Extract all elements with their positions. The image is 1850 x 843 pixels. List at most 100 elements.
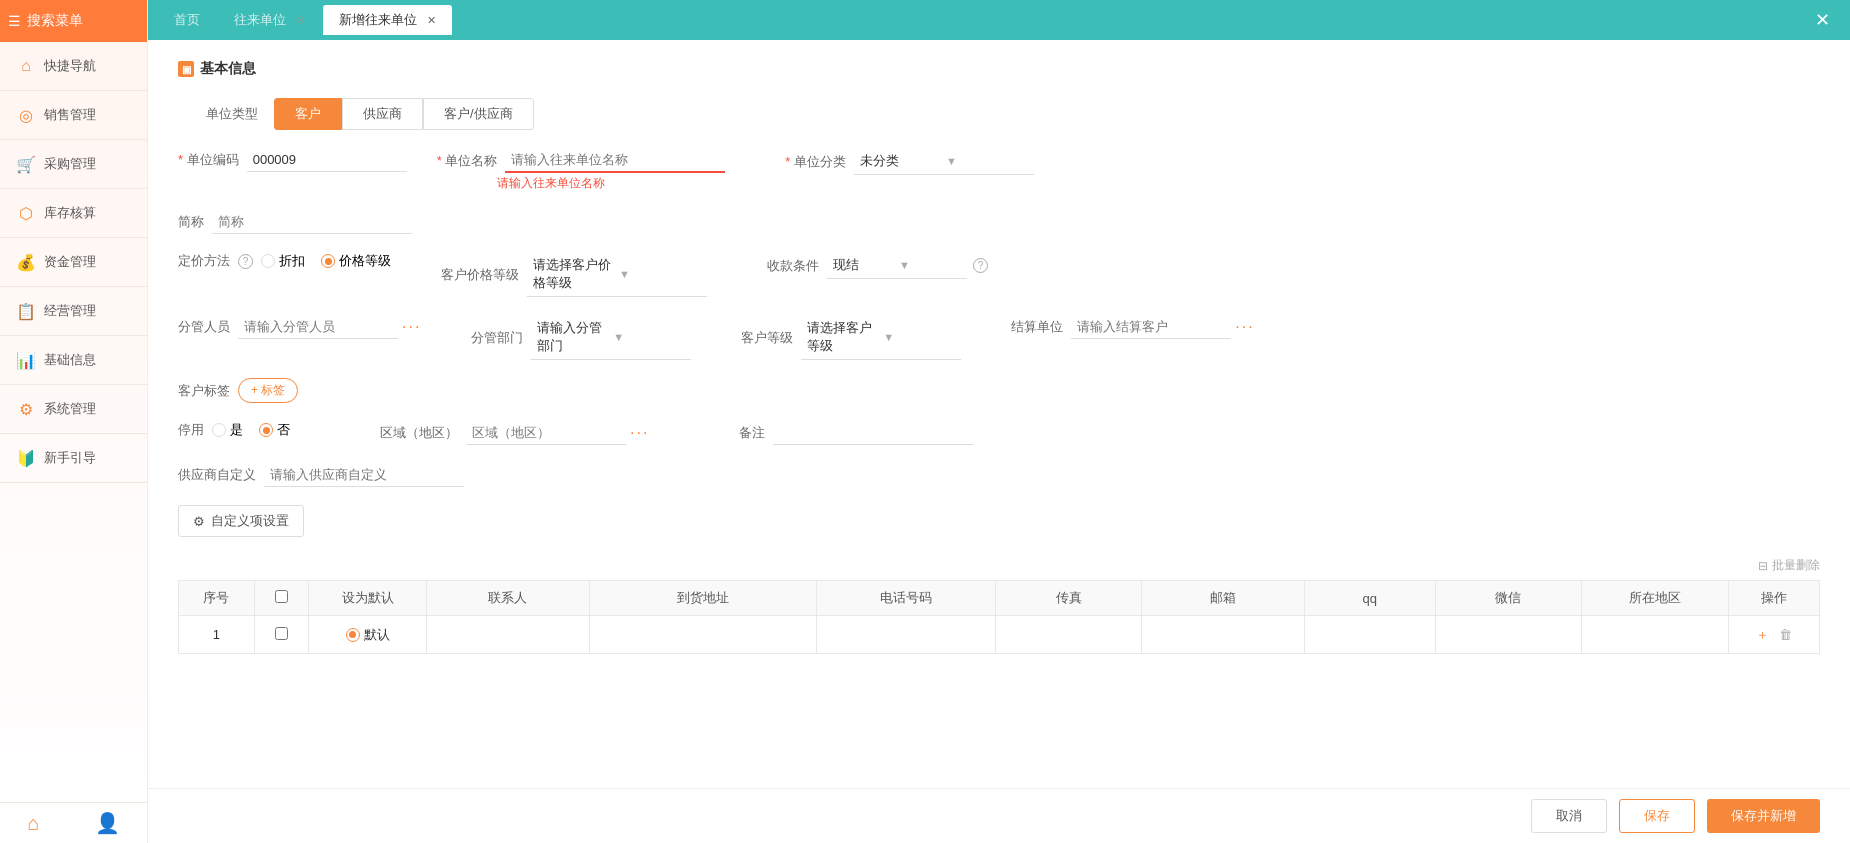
row-qq[interactable] bbox=[1305, 616, 1435, 654]
region-more[interactable]: ··· bbox=[630, 424, 649, 442]
row-area[interactable] bbox=[1582, 616, 1729, 654]
pricing-radio-group: 折扣 价格等级 bbox=[261, 252, 391, 270]
payment-terms-select[interactable]: 现结 ▼ bbox=[827, 252, 967, 279]
section-title-text: 基本信息 bbox=[200, 60, 256, 78]
form-row-7: 供应商自定义 bbox=[178, 463, 1820, 487]
supplier-custom-input[interactable] bbox=[264, 463, 464, 487]
sidebar-item-inventory[interactable]: ⬡ 库存核算 bbox=[0, 189, 147, 238]
tab-new-partner-close[interactable]: ✕ bbox=[427, 14, 436, 27]
sidebar-search[interactable]: ☰ 搜索菜单 bbox=[0, 0, 147, 42]
col-contact: 联系人 bbox=[427, 581, 590, 616]
email-input[interactable] bbox=[1183, 623, 1263, 646]
tab-partners-label: 往来单位 bbox=[234, 11, 286, 29]
region-input[interactable] bbox=[466, 421, 626, 445]
tab-home[interactable]: 首页 bbox=[158, 5, 216, 35]
sidebar-item-quick-nav[interactable]: ⌂ 快捷导航 bbox=[0, 42, 147, 91]
unit-type-customer[interactable]: 客户 bbox=[274, 98, 342, 130]
section-title: ▣ 基本信息 bbox=[178, 60, 1820, 78]
unit-category-field: 单位分类 未分类 ▼ bbox=[785, 148, 1034, 175]
department-label: 分管部门 bbox=[471, 329, 523, 347]
sidebar-item-system[interactable]: ⚙ 系统管理 bbox=[0, 385, 147, 434]
unit-name-input[interactable] bbox=[505, 148, 725, 173]
discount-radio[interactable] bbox=[261, 254, 275, 268]
tab-partners[interactable]: 往来单位 ✕ bbox=[218, 5, 321, 35]
row-fax[interactable] bbox=[995, 616, 1142, 654]
row-add-btn[interactable]: ＋ bbox=[1756, 627, 1769, 642]
user-bottom-icon[interactable]: 👤 bbox=[95, 811, 120, 835]
contact-input[interactable] bbox=[468, 623, 548, 646]
add-tag-button[interactable]: + 标签 bbox=[238, 378, 298, 403]
save-new-button[interactable]: 保存并新增 bbox=[1707, 799, 1820, 833]
wechat-input[interactable] bbox=[1473, 623, 1543, 646]
row-email[interactable] bbox=[1142, 616, 1305, 654]
payment-help-icon[interactable]: ? bbox=[973, 258, 988, 273]
price-level-radio[interactable] bbox=[321, 254, 335, 268]
table-top-actions: ⊟ 批量删除 bbox=[178, 557, 1820, 574]
disabled-no-radio[interactable] bbox=[259, 423, 273, 437]
department-select[interactable]: 请输入分管部门 ▼ bbox=[531, 315, 691, 360]
home-bottom-icon[interactable]: ⌂ bbox=[27, 812, 39, 835]
customer-price-level-select[interactable]: 请选择客户价格等级 ▼ bbox=[527, 252, 707, 297]
manager-more[interactable]: ··· bbox=[402, 318, 421, 336]
pricing-help-icon[interactable]: ? bbox=[238, 254, 253, 269]
row-default-radio[interactable]: 默认 bbox=[319, 626, 416, 644]
qq-input[interactable] bbox=[1340, 623, 1400, 646]
row-phone[interactable] bbox=[816, 616, 995, 654]
select-all-checkbox[interactable] bbox=[275, 590, 288, 603]
pricing-discount[interactable]: 折扣 bbox=[261, 252, 305, 270]
manager-field: 分管人员 ··· bbox=[178, 315, 421, 339]
disabled-yes-radio[interactable] bbox=[212, 423, 226, 437]
fax-input[interactable] bbox=[1034, 623, 1104, 646]
sidebar-item-label: 基础信息 bbox=[44, 351, 96, 369]
row-address[interactable] bbox=[589, 616, 816, 654]
batch-delete-button[interactable]: ⊟ 批量删除 bbox=[1758, 557, 1820, 574]
short-name-input[interactable] bbox=[212, 210, 412, 234]
tab-new-partner[interactable]: 新增往来单位 ✕ bbox=[323, 5, 452, 35]
row-checkbox[interactable] bbox=[275, 627, 288, 640]
unit-category-select[interactable]: 未分类 ▼ bbox=[854, 148, 1034, 175]
unit-code-input[interactable] bbox=[247, 148, 407, 172]
col-fax: 传真 bbox=[995, 581, 1142, 616]
area-input[interactable] bbox=[1620, 623, 1690, 646]
supplier-custom-label: 供应商自定义 bbox=[178, 466, 256, 484]
sidebar-item-sales[interactable]: ◎ 销售管理 bbox=[0, 91, 147, 140]
manager-input[interactable] bbox=[238, 315, 398, 339]
remark-input[interactable] bbox=[773, 421, 973, 445]
tab-partners-close[interactable]: ✕ bbox=[296, 14, 305, 27]
phone-input[interactable] bbox=[861, 623, 951, 646]
cancel-button[interactable]: 取消 bbox=[1531, 799, 1607, 833]
sidebar-item-operations[interactable]: 📋 经营管理 bbox=[0, 287, 147, 336]
form-row-1: 单位编码 单位名称 请输入往来单位名称 单位分类 未分类 ▼ bbox=[178, 148, 1820, 192]
settlement-more[interactable]: ··· bbox=[1235, 318, 1254, 336]
disabled-no[interactable]: 否 bbox=[259, 421, 290, 439]
customer-price-level-label: 客户价格等级 bbox=[441, 266, 519, 284]
sidebar-item-purchase[interactable]: 🛒 采购管理 bbox=[0, 140, 147, 189]
row-contact[interactable] bbox=[427, 616, 590, 654]
customer-price-level-field: 客户价格等级 请选择客户价格等级 ▼ bbox=[441, 252, 707, 297]
address-input[interactable] bbox=[643, 623, 763, 646]
settlement-input[interactable] bbox=[1071, 315, 1231, 339]
unit-type-supplier[interactable]: 供应商 bbox=[342, 98, 423, 130]
pricing-level[interactable]: 价格等级 bbox=[321, 252, 391, 270]
disabled-yes-label: 是 bbox=[230, 421, 243, 439]
row-delete-btn[interactable]: 🗑 bbox=[1779, 627, 1792, 642]
row-checkbox-cell[interactable] bbox=[254, 616, 309, 654]
unit-type-both[interactable]: 客户/供应商 bbox=[423, 98, 534, 130]
sidebar-item-basics[interactable]: 📊 基础信息 bbox=[0, 336, 147, 385]
sidebar-item-guide[interactable]: 🔰 新手引导 bbox=[0, 434, 147, 483]
sidebar-item-finance[interactable]: 💰 资金管理 bbox=[0, 238, 147, 287]
basics-icon: 📊 bbox=[16, 350, 36, 370]
col-checkbox[interactable] bbox=[254, 581, 309, 616]
custom-settings-label: 自定义项设置 bbox=[211, 512, 289, 530]
cl-arrow: ▼ bbox=[883, 331, 955, 343]
disabled-yes[interactable]: 是 bbox=[212, 421, 243, 439]
row-default: 默认 bbox=[309, 616, 427, 654]
row-wechat[interactable] bbox=[1435, 616, 1582, 654]
window-close-button[interactable]: ✕ bbox=[1805, 9, 1840, 31]
customer-level-select[interactable]: 请选择客户等级 ▼ bbox=[801, 315, 961, 360]
payment-terms-label: 收款条件 bbox=[767, 257, 819, 275]
default-radio-btn[interactable] bbox=[346, 628, 360, 642]
save-button[interactable]: 保存 bbox=[1619, 799, 1695, 833]
page-content: ▣ 基本信息 单位类型 客户 供应商 客户/供应商 单位编码 单位名称 请输 bbox=[148, 40, 1850, 843]
custom-settings-button[interactable]: ⚙ 自定义项设置 bbox=[178, 505, 304, 537]
